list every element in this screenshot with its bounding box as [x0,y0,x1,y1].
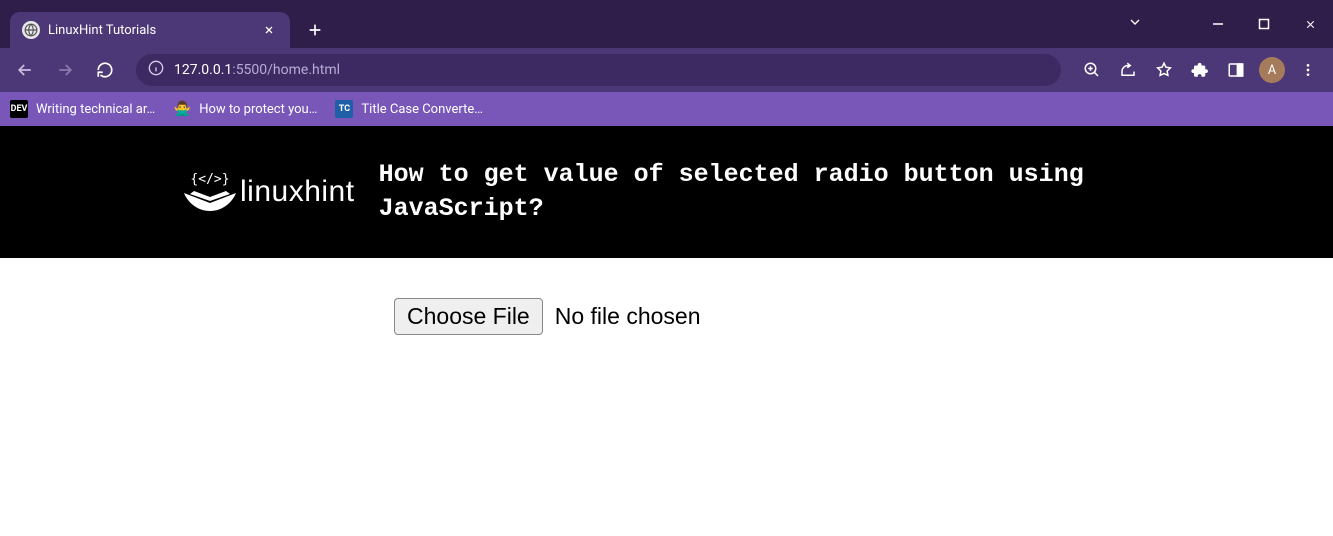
page-title: How to get value of selected radio butto… [379,158,1139,226]
extensions-icon[interactable] [1183,53,1217,87]
star-icon[interactable] [1147,53,1181,87]
chevron-down-icon[interactable] [1127,14,1143,34]
side-panel-icon[interactable] [1219,53,1253,87]
zoom-icon[interactable] [1075,53,1109,87]
dev-icon: DEV [10,100,28,118]
close-icon[interactable] [260,21,278,39]
address-bar[interactable]: 127.0.0.1:5500/home.html [136,54,1061,86]
minimize-button[interactable] [1195,0,1241,48]
browser-toolbar: 127.0.0.1:5500/home.html A [0,48,1333,92]
file-status-text: No file chosen [555,303,701,330]
profile-avatar[interactable]: A [1259,57,1285,83]
close-window-button[interactable] [1287,0,1333,48]
shield-emoji-icon: 🙅‍♂️ [173,100,191,118]
bookmark-item[interactable]: TC Title Case Converte… [335,100,483,118]
browser-tab[interactable]: LinuxHint Tutorials [10,12,290,48]
tc-icon: TC [335,100,353,118]
back-button[interactable] [8,53,42,87]
info-icon[interactable] [148,60,164,80]
tab-title: LinuxHint Tutorials [48,23,252,38]
share-icon[interactable] [1111,53,1145,87]
bookmarks-bar: DEV Writing technical ar… 🙅‍♂️ How to pr… [0,92,1333,126]
toolbar-actions: A [1075,53,1325,87]
url-text: 127.0.0.1:5500/home.html [174,62,340,78]
bookmark-item[interactable]: DEV Writing technical ar… [10,100,155,118]
browser-titlebar: LinuxHint Tutorials [0,0,1333,48]
new-tab-button[interactable] [300,15,330,45]
file-input[interactable]: Choose File No file chosen [394,298,1333,335]
page-banner: {</>} linuxhint How to get value of sele… [0,126,1333,258]
site-logo: {</>} linuxhint [180,163,355,221]
linuxhint-logo-icon: {</>} [180,163,240,221]
maximize-button[interactable] [1241,0,1287,48]
reload-button[interactable] [88,53,122,87]
choose-file-button[interactable]: Choose File [394,298,543,335]
page-content: Choose File No file chosen [0,258,1333,335]
forward-button[interactable] [48,53,82,87]
bookmark-item[interactable]: 🙅‍♂️ How to protect you… [173,100,317,118]
globe-icon [22,21,40,39]
svg-text:{</>}: {</>} [190,172,229,187]
window-controls [1195,0,1333,48]
menu-icon[interactable] [1291,53,1325,87]
